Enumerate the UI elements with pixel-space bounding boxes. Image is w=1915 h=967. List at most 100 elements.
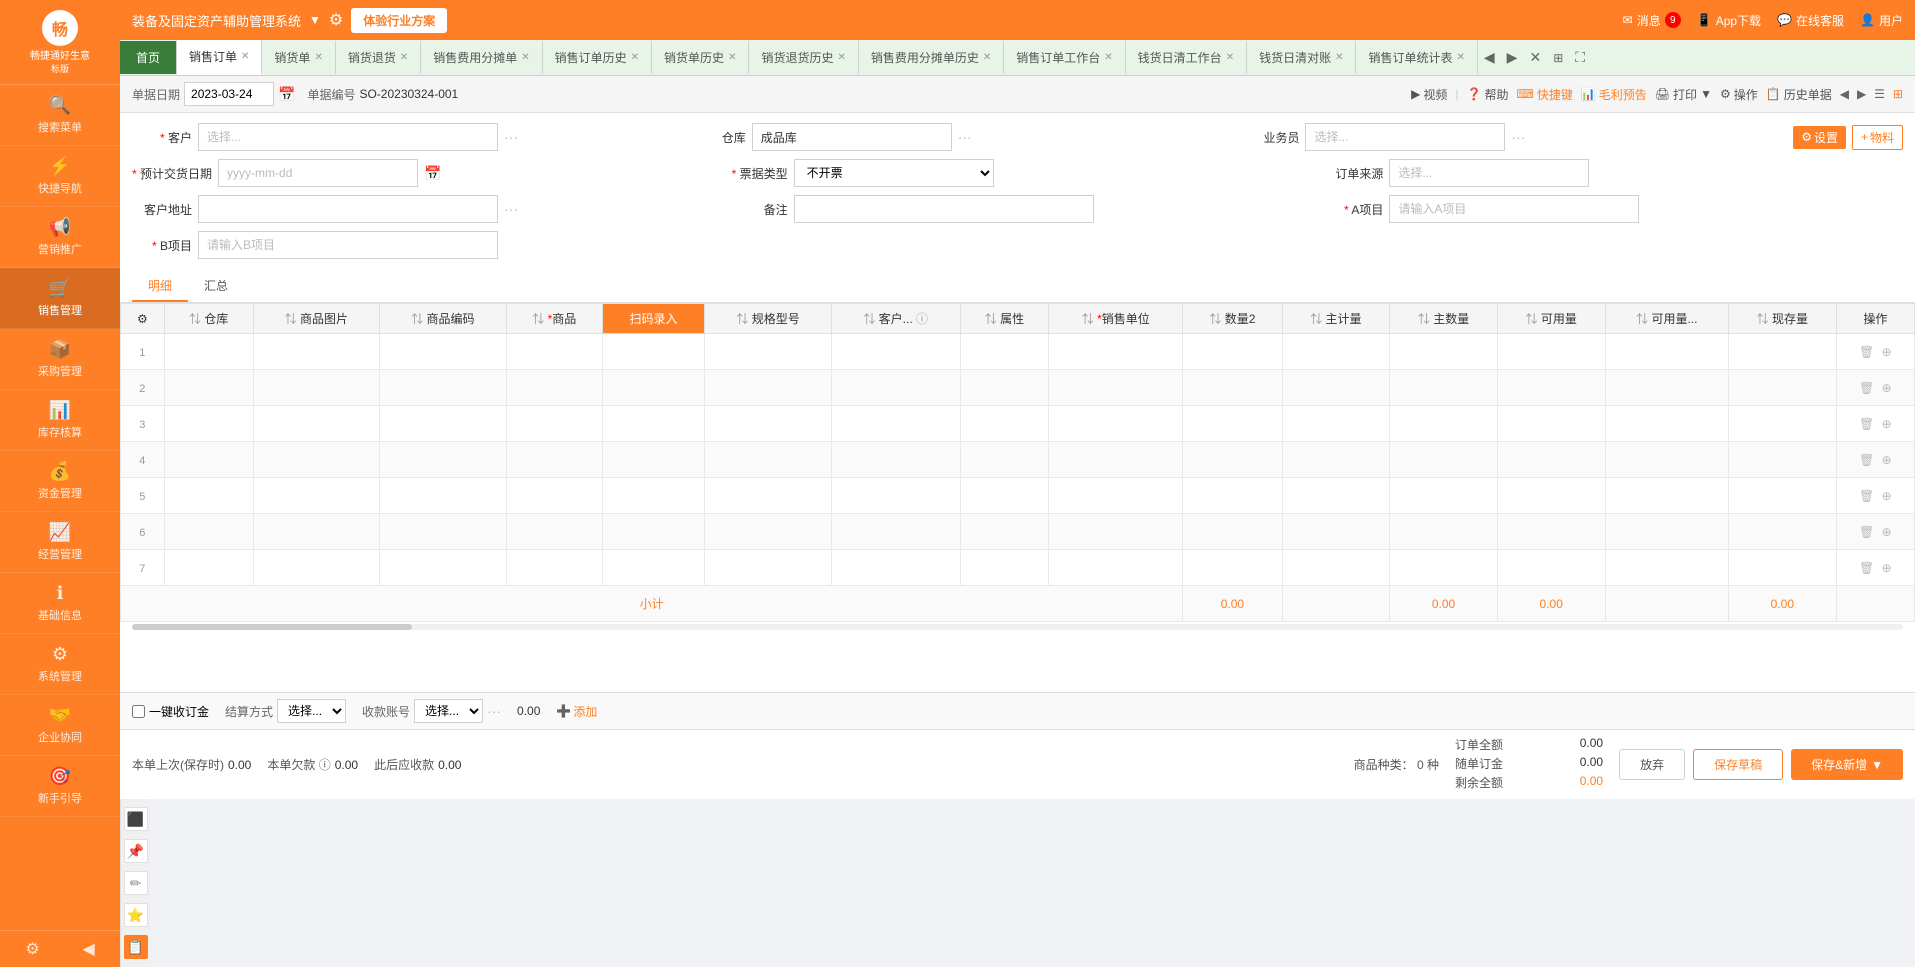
row-delete-3[interactable]: 🗑 xyxy=(1859,417,1874,431)
settings-button[interactable]: ⚙ 设置 xyxy=(1793,126,1846,149)
save-draft-button[interactable]: 保存草稿 xyxy=(1693,749,1783,780)
delivery-input[interactable] xyxy=(218,159,418,187)
tab-fee-split-close[interactable]: ✕ xyxy=(521,52,529,63)
sidebar-item-sales[interactable]: 🛒 销售管理 xyxy=(0,268,120,329)
col-available[interactable]: ⇅ 可用量 xyxy=(1497,304,1605,334)
tab-home[interactable]: 首页 xyxy=(120,41,177,74)
row-delete-7[interactable]: 🗑 xyxy=(1859,561,1874,575)
row-delete-4[interactable]: 🗑 xyxy=(1859,453,1874,467)
tab-maximize-btn[interactable]: ⛶ xyxy=(1569,49,1591,66)
sidebar-item-system[interactable]: ⚙ 系统管理 xyxy=(0,634,120,695)
col-spec[interactable]: ⇅ 规格型号 xyxy=(705,304,832,334)
tab-sales-invoice-close[interactable]: ✕ xyxy=(314,52,322,63)
print-action[interactable]: 🖨 打印 ▼ xyxy=(1655,86,1712,103)
discard-button[interactable]: 放弃 xyxy=(1619,749,1685,780)
save-new-button[interactable]: 保存&新增 ▼ xyxy=(1791,749,1903,780)
tab-daily-reconcile-close[interactable]: ✕ xyxy=(1335,52,1343,63)
row-copy-5[interactable]: ⊕ xyxy=(1882,489,1892,503)
tab-prev-btn[interactable]: ◀ xyxy=(1478,49,1501,66)
row-delete-5[interactable]: 🗑 xyxy=(1859,489,1874,503)
system-dropdown[interactable]: ▼ xyxy=(309,13,321,27)
user-item[interactable]: 👤 用户 xyxy=(1860,12,1903,29)
tab-fee-history[interactable]: 销售费用分摊单历史 ✕ xyxy=(859,41,1004,74)
col-qty2[interactable]: ⇅ 数量2 xyxy=(1183,304,1282,334)
warehouse-ellipsis[interactable]: ··· xyxy=(958,129,972,145)
col-code[interactable]: ⇅ 商品编码 xyxy=(380,304,507,334)
add-button[interactable]: ➕ 添加 xyxy=(556,703,597,720)
toolbar-grid-btn[interactable]: ⊞ xyxy=(1893,87,1903,101)
row-copy-2[interactable]: ⊕ xyxy=(1882,381,1892,395)
topbar-gear-icon[interactable]: ⚙ xyxy=(329,10,343,30)
salesperson-ellipsis[interactable]: ··· xyxy=(1511,129,1525,145)
scrollbar-thumb[interactable] xyxy=(132,624,412,630)
print-dropdown-icon[interactable]: ▼ xyxy=(1700,87,1712,101)
row-copy-3[interactable]: ⊕ xyxy=(1882,417,1892,431)
view-video-action[interactable]: ▶ 视频 xyxy=(1411,86,1447,103)
col-customer-code[interactable]: ⇅ 客户... ⓘ xyxy=(831,304,960,334)
tab-sales-order-close[interactable]: ✕ xyxy=(241,51,249,62)
collapse-icon[interactable]: ◀ xyxy=(82,939,94,959)
col-product[interactable]: ⇅ *商品 xyxy=(506,304,602,334)
one-click-checkbox[interactable] xyxy=(132,705,145,718)
invoice-select[interactable]: 不开票 xyxy=(794,159,994,187)
toolbar-list-btn[interactable]: ☰ xyxy=(1874,87,1885,101)
sidebar-item-search[interactable]: 🔍 搜索菜单 xyxy=(0,85,120,146)
tab-return-history[interactable]: 销货退货历史 ✕ xyxy=(749,41,858,74)
right-panel-icon-5[interactable]: 📋 xyxy=(124,935,148,959)
online-service-item[interactable]: 💬 在线客服 xyxy=(1777,12,1844,29)
history-action[interactable]: 📋 历史单据 xyxy=(1766,86,1832,103)
salesperson-input[interactable] xyxy=(1305,123,1505,151)
sidebar-item-inventory[interactable]: 📊 库存核算 xyxy=(0,390,120,451)
shortcut-action[interactable]: ⌨ 快捷键 xyxy=(1517,86,1573,103)
tab-invoice-history[interactable]: 销货单历史 ✕ xyxy=(652,41,749,74)
right-panel-icon-3[interactable]: ✏ xyxy=(124,871,148,895)
col-main-unit[interactable]: ⇅ 主计量 xyxy=(1282,304,1390,334)
col-scan[interactable]: 扫码录入 xyxy=(602,304,704,334)
sidebar-item-collab[interactable]: 🤝 企业协同 xyxy=(0,695,120,756)
col-main-qty[interactable]: ⇅ 主数量 xyxy=(1390,304,1498,334)
tab-grid-btn[interactable]: ⊞ xyxy=(1547,51,1569,65)
scrollbar-track[interactable] xyxy=(132,624,1903,630)
tab-daily-reconcile[interactable]: 钱货日清对账 ✕ xyxy=(1247,41,1356,74)
settlement-select[interactable]: 选择... xyxy=(277,699,346,723)
col-image[interactable]: ⇅ 商品图片 xyxy=(253,304,380,334)
tab-daily-workbench[interactable]: 钱货日清工作台 ✕ xyxy=(1126,41,1247,74)
tab-next-btn[interactable]: ▶ xyxy=(1501,49,1524,66)
sidebar-item-guide[interactable]: 🎯 新手引导 xyxy=(0,756,120,817)
col-attribute[interactable]: ⇅ 属性 xyxy=(960,304,1049,334)
tab-daily-workbench-close[interactable]: ✕ xyxy=(1226,52,1234,63)
row-copy-7[interactable]: ⊕ xyxy=(1882,561,1892,575)
tab-order-history-close[interactable]: ✕ xyxy=(631,52,639,63)
save-new-dropdown-icon[interactable]: ▼ xyxy=(1871,758,1883,772)
row-copy-6[interactable]: ⊕ xyxy=(1882,525,1892,539)
address-input[interactable] xyxy=(198,195,498,223)
warehouse-input[interactable] xyxy=(752,123,952,151)
a-project-input[interactable] xyxy=(1389,195,1639,223)
tab-return-history-close[interactable]: ✕ xyxy=(837,52,845,63)
add-material-button[interactable]: + 物料 xyxy=(1852,125,1903,150)
remark-input[interactable] xyxy=(794,195,1094,223)
tab-order-workbench-close[interactable]: ✕ xyxy=(1104,52,1112,63)
tab-invoice-history-close[interactable]: ✕ xyxy=(728,52,736,63)
tab-sales-stats[interactable]: 销售订单统计表 ✕ xyxy=(1356,41,1477,74)
col-settings[interactable]: ⚙ xyxy=(121,304,165,334)
account-select[interactable]: 选择... xyxy=(414,699,483,723)
toolbar-next-btn[interactable]: ▶ xyxy=(1857,87,1866,101)
row-delete-1[interactable]: 🗑 xyxy=(1859,345,1874,359)
customer-input[interactable] xyxy=(198,123,498,151)
tab-detail[interactable]: 明细 xyxy=(132,271,188,302)
col-warehouse[interactable]: ⇅ 仓库 xyxy=(164,304,253,334)
sidebar-item-purchase[interactable]: 📦 采购管理 xyxy=(0,329,120,390)
sidebar-item-marketing[interactable]: 📢 营销推广 xyxy=(0,207,120,268)
row-delete-2[interactable]: 🗑 xyxy=(1859,381,1874,395)
tab-order-workbench[interactable]: 销售订单工作台 ✕ xyxy=(1004,41,1125,74)
date-calendar-icon[interactable]: 📅 xyxy=(278,86,295,103)
tab-menu-btn[interactable]: ✕ xyxy=(1523,49,1547,66)
right-panel-icon-1[interactable]: ⬛ xyxy=(124,807,148,831)
tab-summary[interactable]: 汇总 xyxy=(188,271,244,302)
customer-ellipsis[interactable]: ··· xyxy=(504,129,518,145)
tab-fee-split[interactable]: 销售费用分摊单 ✕ xyxy=(421,41,542,74)
row-copy-1[interactable]: ⊕ xyxy=(1882,345,1892,359)
date-input[interactable] xyxy=(184,82,274,106)
right-panel-icon-2[interactable]: 📌 xyxy=(124,839,148,863)
